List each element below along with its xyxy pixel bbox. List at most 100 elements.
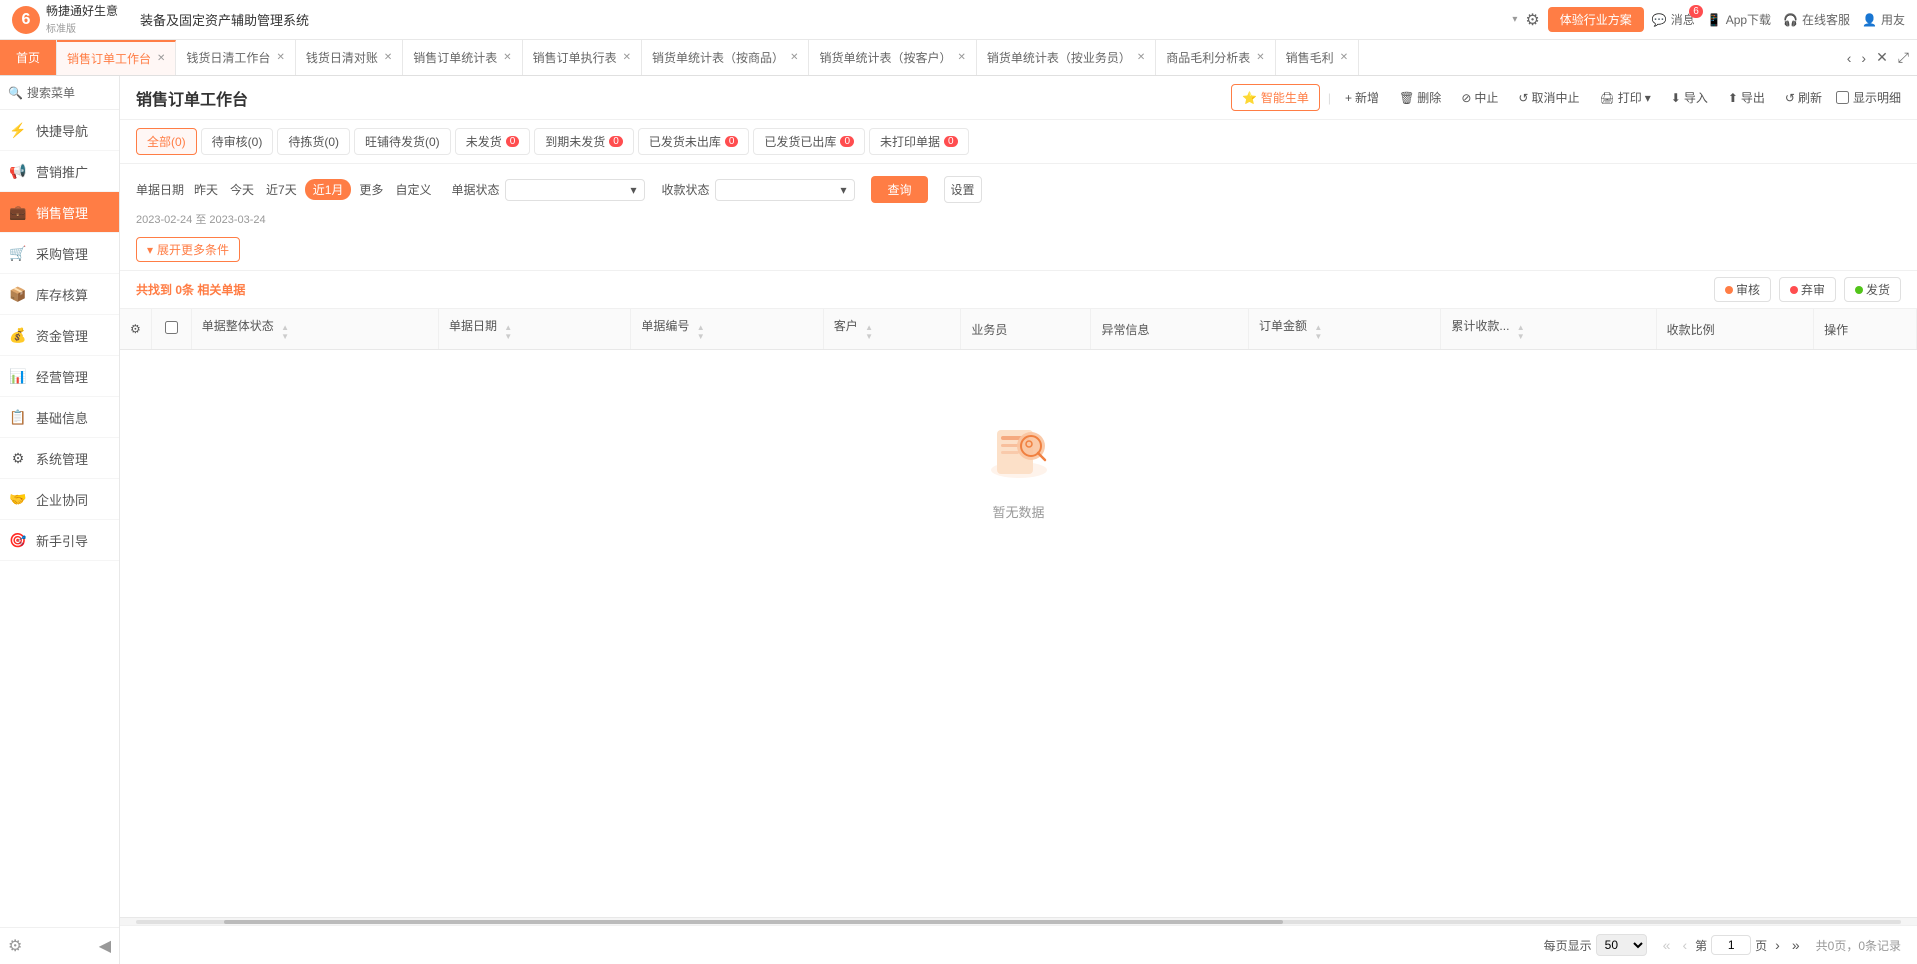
status-select[interactable]: ▾ <box>505 179 645 201</box>
tab-close-icon[interactable]: ✕ <box>276 52 284 63</box>
select-all-checkbox[interactable] <box>165 321 178 334</box>
tab-sales-stat-staff[interactable]: 销货单统计表（按业务员） ✕ <box>977 40 1156 75</box>
system-dropdown-icon[interactable]: ▾ <box>1512 14 1517 25</box>
tab-sales-exec[interactable]: 销售订单执行表 ✕ <box>523 40 642 75</box>
tab-expand-button[interactable]: ⤢ <box>1894 47 1913 68</box>
inventory-icon: 📦 <box>8 284 28 304</box>
sidebar-item-sales[interactable]: 💼 销售管理 <box>0 192 119 233</box>
sort-customer-icon[interactable]: ▲▼ <box>865 324 873 341</box>
sort-date-icon[interactable]: ▲▼ <box>504 324 512 341</box>
col-settings[interactable]: ⚙ <box>120 309 151 350</box>
date-btn-7days[interactable]: 近7天 <box>262 179 301 200</box>
query-button[interactable]: 查询 <box>871 176 927 203</box>
sort-number-icon[interactable]: ▲▼ <box>697 324 705 341</box>
tab-sales-stat-1[interactable]: 销售订单统计表 ✕ <box>403 40 522 75</box>
tab-close-icon[interactable]: ✕ <box>1256 52 1264 63</box>
subtab-pending-pickup[interactable]: 待拣货(0) <box>277 128 350 155</box>
date-btn-today[interactable]: 今天 <box>226 179 258 200</box>
date-btn-1month[interactable]: 近1月 <box>305 179 352 200</box>
stop-button[interactable]: ⊘ 中止 <box>1455 85 1504 110</box>
tab-close-icon[interactable]: ✕ <box>157 53 165 64</box>
per-page-select[interactable]: 50 10 20 100 <box>1596 934 1647 956</box>
sidebar-item-basic-info[interactable]: 📋 基础信息 <box>0 397 119 438</box>
date-btn-custom[interactable]: 自定义 <box>391 179 435 200</box>
add-button[interactable]: + 新增 <box>1339 85 1385 110</box>
page-prev-button[interactable]: ‹ <box>1678 935 1691 955</box>
import-button[interactable]: ⬇ 导入 <box>1665 85 1714 110</box>
tab-cash-account[interactable]: 钱货日清对账 ✕ <box>296 40 403 75</box>
tab-scroll-left-button[interactable]: ‹ <box>1843 48 1856 68</box>
message-button[interactable]: 💬 消息 6 <box>1652 11 1695 28</box>
sidebar-collapse-button[interactable]: ◀ <box>99 936 111 956</box>
column-settings-icon[interactable]: ⚙ <box>130 322 141 336</box>
tab-home[interactable]: 首页 <box>0 40 57 75</box>
sidebar-item-system[interactable]: ⚙ 系统管理 <box>0 438 119 479</box>
unreview-button[interactable]: 弃审 <box>1779 277 1836 302</box>
subtab-shipped-not-in[interactable]: 已发货未出库 0 <box>638 128 750 155</box>
tab-cash-day[interactable]: 钱货日清工作台 ✕ <box>176 40 295 75</box>
page-number-input[interactable] <box>1711 935 1751 955</box>
date-btn-yesterday[interactable]: 昨天 <box>190 179 222 200</box>
col-header-staff: 业务员 <box>961 309 1091 350</box>
expand-filter-button[interactable]: ▾ 展开更多条件 <box>136 237 240 262</box>
sidebar-item-inventory[interactable]: 📦 库存核算 <box>0 274 119 315</box>
refresh-button[interactable]: ↺ 刷新 <box>1779 85 1828 110</box>
page-last-button[interactable]: » <box>1788 935 1804 955</box>
review-button[interactable]: 审核 <box>1714 277 1771 302</box>
search-menu-button[interactable]: 🔍 搜索菜单 <box>0 76 119 110</box>
industry-solution-button[interactable]: 体验行业方案 <box>1548 7 1644 32</box>
subtab-overdue-unshipped[interactable]: 到期未发货 0 <box>534 128 634 155</box>
sort-amount-icon[interactable]: ▲▼ <box>1314 324 1322 341</box>
subtab-pending-review[interactable]: 待审核(0) <box>201 128 274 155</box>
tab-close-icon[interactable]: ✕ <box>790 52 798 63</box>
tab-close-icon[interactable]: ✕ <box>957 52 965 63</box>
tab-scroll-right-button[interactable]: › <box>1857 48 1870 68</box>
delete-button[interactable]: 🗑 删除 <box>1393 85 1447 110</box>
tab-sales-revenue[interactable]: 销售毛利 ✕ <box>1276 40 1359 75</box>
tab-sales-stat-product[interactable]: 销货单统计表（按商品） ✕ <box>642 40 809 75</box>
subtab-all[interactable]: 全部(0) <box>136 128 197 155</box>
tab-sales-workbench[interactable]: 销售订单工作台 ✕ <box>57 40 176 75</box>
sidebar-item-operation[interactable]: 📊 经营管理 <box>0 356 119 397</box>
date-btn-more[interactable]: 更多 <box>355 179 387 200</box>
sidebar-item-enterprise[interactable]: 🤝 企业协同 <box>0 479 119 520</box>
sidebar-item-purchase[interactable]: 🛒 采购管理 <box>0 233 119 274</box>
col-check[interactable] <box>151 309 191 350</box>
settings-icon[interactable]: ⚙ <box>1525 10 1539 30</box>
ship-button[interactable]: 发货 <box>1844 277 1901 302</box>
payment-select[interactable]: ▾ <box>715 179 855 201</box>
online-service-button[interactable]: 🎧 在线客服 <box>1783 11 1850 28</box>
horizontal-scrollbar[interactable] <box>120 917 1917 925</box>
page-first-button[interactable]: « <box>1659 935 1675 955</box>
tab-close-icon[interactable]: ✕ <box>1137 52 1145 63</box>
subtab-not-printed[interactable]: 未打印单据 0 <box>869 128 969 155</box>
sidebar-item-quick-nav[interactable]: ⚡ 快捷导航 <box>0 110 119 151</box>
export-button[interactable]: ⬆ 导出 <box>1722 85 1771 110</box>
subtab-unshipped[interactable]: 未发货 0 <box>455 128 531 155</box>
sidebar-item-finance[interactable]: 💰 资金管理 <box>0 315 119 356</box>
settings-filter-button[interactable]: 设置 <box>944 176 982 203</box>
sidebar-item-marketing[interactable]: 📢 营销推广 <box>0 151 119 192</box>
smart-generate-button[interactable]: ⭐ 智能生单 <box>1231 84 1320 111</box>
sidebar-item-guide[interactable]: 🎯 新手引导 <box>0 520 119 561</box>
tab-close-icon[interactable]: ✕ <box>384 52 392 63</box>
print-button[interactable]: 🖨 打印 ▾ <box>1593 85 1656 110</box>
tab-close-icon[interactable]: ✕ <box>623 52 631 63</box>
tab-sales-stat-customer[interactable]: 销货单统计表（按客户） ✕ <box>809 40 976 75</box>
user-button[interactable]: 👤 用友 <box>1862 11 1905 28</box>
tab-close-all-button[interactable]: ✕ <box>1872 47 1892 68</box>
subtab-shipped-out[interactable]: 已发货已出库 0 <box>753 128 865 155</box>
tab-close-icon[interactable]: ✕ <box>1340 52 1348 63</box>
message-icon: 💬 <box>1652 13 1667 27</box>
page-next-button[interactable]: › <box>1771 935 1784 955</box>
sidebar-settings-button[interactable]: ⚙ <box>8 936 22 956</box>
tab-product-margin[interactable]: 商品毛利分析表 ✕ <box>1156 40 1275 75</box>
show-detail-input[interactable] <box>1836 91 1849 104</box>
subtab-wangpu-pending[interactable]: 旺铺待发货(0) <box>354 128 451 155</box>
app-download-button[interactable]: 📱 App下载 <box>1707 11 1771 28</box>
sort-received-icon[interactable]: ▲▼ <box>1517 324 1525 341</box>
sort-status-icon[interactable]: ▲▼ <box>281 324 289 341</box>
show-detail-checkbox[interactable]: 显示明细 <box>1836 89 1901 106</box>
cancel-stop-button[interactable]: ↺ 取消中止 <box>1512 85 1585 110</box>
tab-close-icon[interactable]: ✕ <box>503 52 511 63</box>
